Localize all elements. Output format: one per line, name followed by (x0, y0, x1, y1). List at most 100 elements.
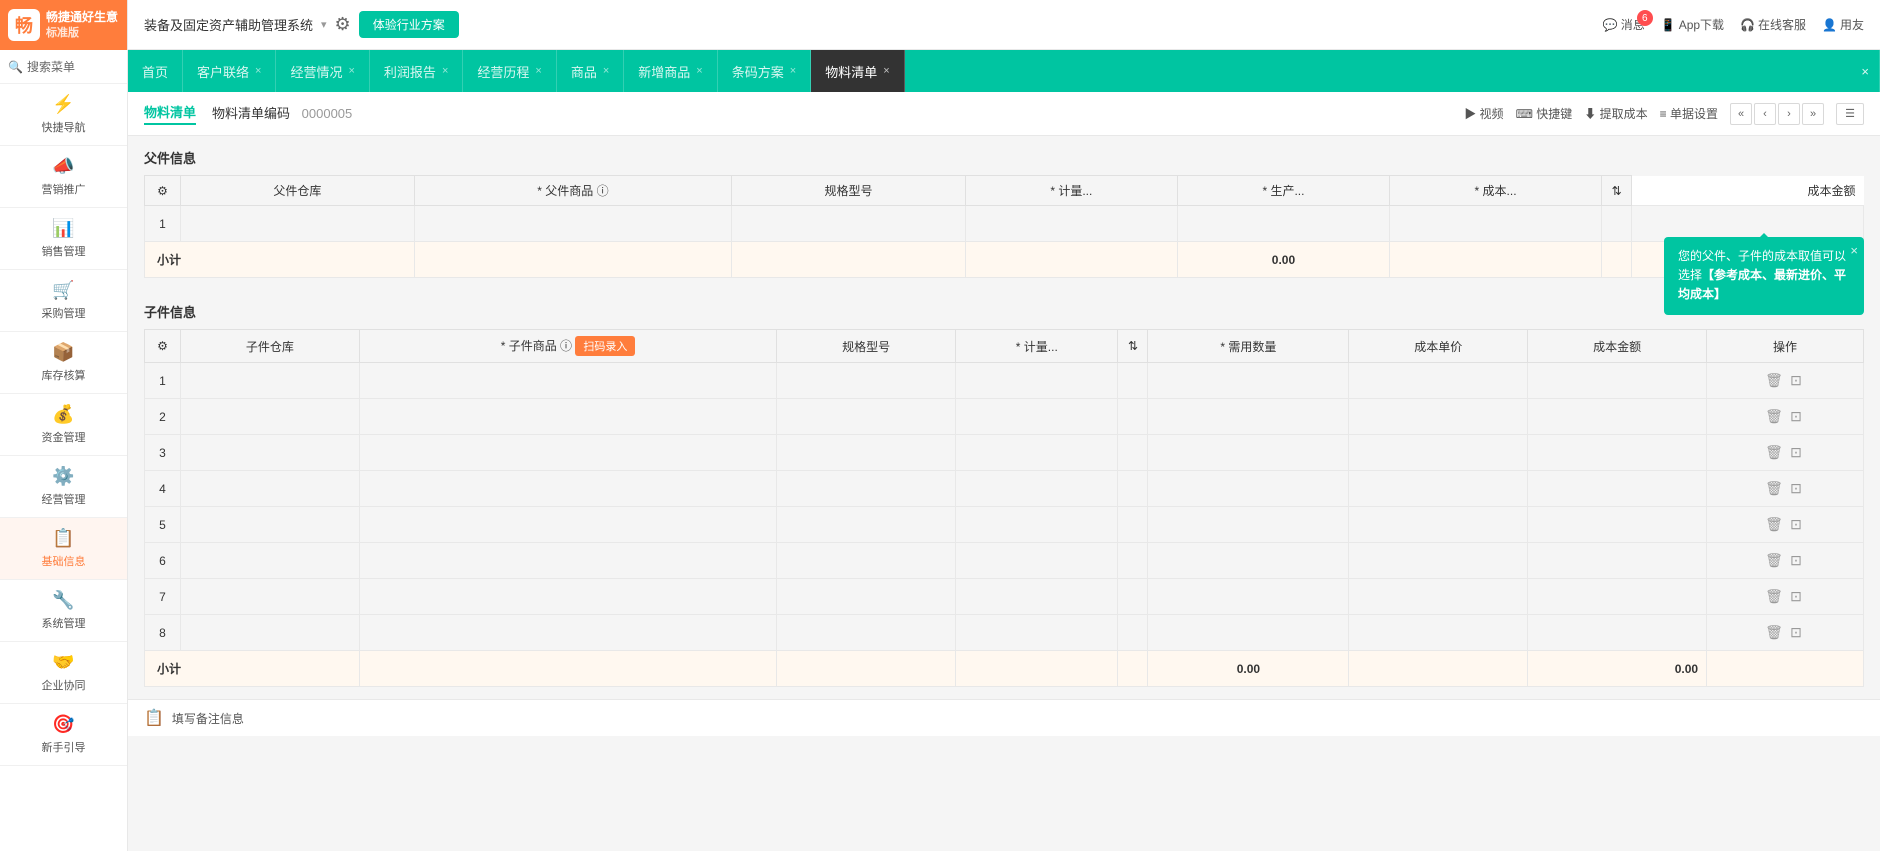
copy-icon-row1[interactable]: ⊡ (1787, 372, 1805, 390)
sidebar-item-guide[interactable]: 🎯 新手引导 (0, 704, 127, 766)
child-row-7: 7 🗑 ⊡ (145, 579, 1864, 615)
child-row-2-spec[interactable] (777, 399, 956, 435)
parent-sort-col[interactable]: ⇅ (1602, 176, 1632, 206)
child-row-1-spec[interactable] (777, 363, 956, 399)
delete-icon-row3[interactable]: 🗑 (1765, 444, 1783, 462)
nav-last[interactable]: » (1802, 103, 1824, 125)
tab-close-all[interactable]: × (1851, 50, 1880, 92)
child-row-8: 8 🗑 ⊡ (145, 615, 1864, 651)
child-section-title: 子件信息 (144, 302, 1864, 321)
child-row-1-unit[interactable] (956, 363, 1118, 399)
parent-row-1-production[interactable] (1177, 206, 1389, 242)
app-download-icon: 📱 (1661, 18, 1676, 32)
scan-btn[interactable]: 扫码录入 (575, 336, 635, 356)
copy-icon-row7[interactable]: ⊡ (1787, 588, 1805, 606)
sub-tab-bom[interactable]: 物料清单 (144, 102, 196, 125)
parent-row-1-product[interactable] (414, 206, 732, 242)
tab-operations[interactable]: 经营情况 × (276, 50, 369, 92)
trial-btn[interactable]: 体验行业方案 (359, 11, 459, 38)
message-item[interactable]: 💬 消息 6 (1603, 16, 1645, 33)
topbar-gear-icon[interactable]: ⚙ (335, 14, 351, 35)
parent-row-1-cost[interactable] (1390, 206, 1602, 242)
tab-barcode[interactable]: 条码方案 × (718, 50, 811, 92)
copy-icon-row3[interactable]: ⊡ (1787, 444, 1805, 462)
copy-icon-row6[interactable]: ⊡ (1787, 552, 1805, 570)
child-row-2-unit[interactable] (956, 399, 1118, 435)
child-row-2-qty[interactable] (1148, 399, 1349, 435)
copy-icon-row5[interactable]: ⊡ (1787, 516, 1805, 534)
child-row-2-unit-price[interactable] (1349, 399, 1528, 435)
system-title-dropdown[interactable]: ▾ (321, 18, 327, 31)
tab-close-history[interactable]: × (535, 65, 541, 77)
child-unit-col: * 计量... (956, 330, 1118, 363)
nav-next[interactable]: › (1778, 103, 1800, 125)
sidebar-item-enterprise[interactable]: 🤝 企业协同 (0, 642, 127, 704)
child-sort-col[interactable]: ⇅ (1118, 330, 1148, 363)
tab-close-operations[interactable]: × (348, 65, 354, 77)
child-row-1-product[interactable] (359, 363, 776, 399)
settings-icon: ≡ (1660, 107, 1667, 121)
delete-icon-row5[interactable]: 🗑 (1765, 516, 1783, 534)
tab-customer[interactable]: 客户联络 × (183, 50, 276, 92)
delete-icon-row4[interactable]: 🗑 (1765, 480, 1783, 498)
child-row-1-warehouse[interactable] (181, 363, 360, 399)
delete-icon-row1[interactable]: 🗑 (1765, 372, 1783, 390)
parent-subtotal-label-cell: 小计 (145, 242, 415, 278)
nav-prev[interactable]: ‹ (1754, 103, 1776, 125)
tab-history[interactable]: 经营历程 × (463, 50, 556, 92)
tooltip-close-btn[interactable]: × (1850, 241, 1858, 262)
single-settings-btn[interactable]: ≡ 单据设置 (1660, 105, 1718, 122)
delete-icon-row7[interactable]: 🗑 (1765, 588, 1783, 606)
tab-close-profit[interactable]: × (442, 65, 448, 77)
parent-unit-col: * 计量... (965, 176, 1177, 206)
notes-text[interactable]: 填写备注信息 (172, 710, 244, 727)
nav-first[interactable]: « (1730, 103, 1752, 125)
shortcut-btn[interactable]: ⌨ 快捷键 (1516, 105, 1573, 122)
sidebar-item-inventory[interactable]: 📦 库存核算 (0, 332, 127, 394)
user-item[interactable]: 👤 用友 (1822, 16, 1864, 33)
sidebar-item-quick-nav[interactable]: ⚡ 快捷导航 (0, 84, 127, 146)
sidebar-item-sales[interactable]: 📊 销售管理 (0, 208, 127, 270)
parent-row-1-unit[interactable] (965, 206, 1177, 242)
tab-home[interactable]: 首页 (128, 50, 183, 92)
copy-icon-row4[interactable]: ⊡ (1787, 480, 1805, 498)
child-row-2-warehouse[interactable] (181, 399, 360, 435)
copy-icon-row8[interactable]: ⊡ (1787, 624, 1805, 642)
marketing-icon: 📣 (52, 156, 74, 177)
parent-gear-col[interactable]: ⚙ (145, 176, 181, 206)
tab-close-bom[interactable]: × (883, 65, 889, 77)
sidebar-item-finance[interactable]: 💰 资金管理 (0, 394, 127, 456)
delete-icon-row2[interactable]: 🗑 (1765, 408, 1783, 426)
child-row-5: 5 🗑 ⊡ (145, 507, 1864, 543)
app-download-item[interactable]: 📱 App下载 (1661, 16, 1724, 33)
child-row-2-product[interactable] (359, 399, 776, 435)
sidebar-item-purchase[interactable]: 🛒 采购管理 (0, 270, 127, 332)
child-row-1-unit-price[interactable] (1349, 363, 1528, 399)
parent-row-1-warehouse[interactable] (181, 206, 415, 242)
view-btn[interactable]: ▶ 视频 (1464, 105, 1503, 122)
grid-view-btn[interactable]: ☰ (1836, 103, 1864, 125)
sidebar-item-marketing[interactable]: 📣 营销推广 (0, 146, 127, 208)
tab-close-customer[interactable]: × (255, 65, 261, 77)
tab-close-barcode[interactable]: × (790, 65, 796, 77)
tab-close-new-product[interactable]: × (696, 65, 702, 77)
online-service-item[interactable]: 🎧 在线客服 (1740, 16, 1806, 33)
child-gear-col[interactable]: ⚙ (145, 330, 181, 363)
parent-row-1-spec[interactable] (732, 206, 966, 242)
copy-icon-row2[interactable]: ⊡ (1787, 408, 1805, 426)
tab-profit[interactable]: 利润报告 × (370, 50, 463, 92)
tab-bom[interactable]: 物料清单 × (811, 50, 904, 92)
tab-close-product[interactable]: × (603, 65, 609, 77)
tab-new-product[interactable]: 新增商品 × (624, 50, 717, 92)
delete-icon-row6[interactable]: 🗑 (1765, 552, 1783, 570)
delete-icon-row8[interactable]: 🗑 (1765, 624, 1783, 642)
parent-section-title: 父件信息 (144, 148, 1864, 167)
sidebar-item-operations[interactable]: ⚙️ 经营管理 (0, 456, 127, 518)
tab-product[interactable]: 商品 × (557, 50, 624, 92)
sidebar-item-system[interactable]: 🔧 系统管理 (0, 580, 127, 642)
sidebar-search[interactable]: 🔍 搜索菜单 (0, 50, 127, 84)
sidebar-item-basic-info[interactable]: 📋 基础信息 (0, 518, 127, 580)
extract-cost-btn[interactable]: ⬇ 提取成本 (1584, 105, 1647, 122)
child-row-1-qty[interactable] (1148, 363, 1349, 399)
system-icon: 🔧 (52, 590, 74, 611)
